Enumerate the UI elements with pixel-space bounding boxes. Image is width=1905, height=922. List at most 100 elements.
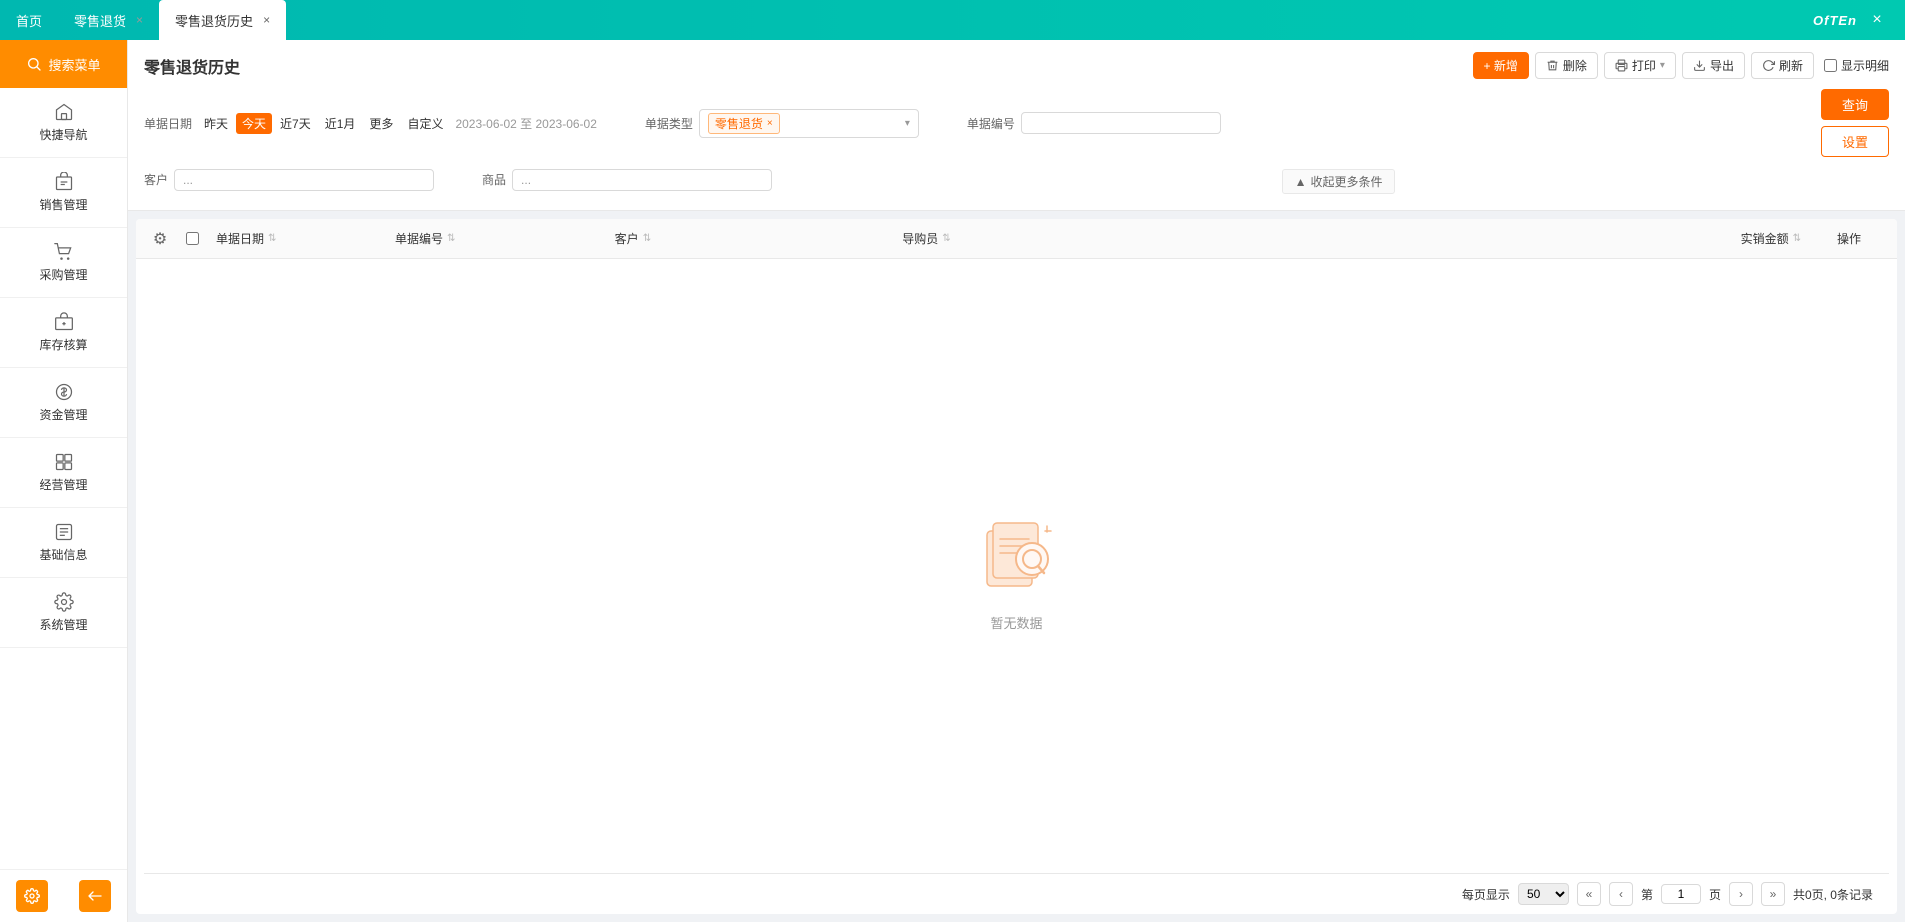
first-page-button[interactable]: « bbox=[1577, 882, 1601, 906]
prev-page-button[interactable]: ‹ bbox=[1609, 882, 1633, 906]
page-title-row: 零售退货历史 + 新增 删除 bbox=[144, 52, 1889, 79]
page-input[interactable] bbox=[1661, 884, 1701, 904]
date-btn-1month[interactable]: 近1月 bbox=[319, 113, 362, 134]
print-button[interactable]: 打印 ▾ bbox=[1604, 52, 1676, 79]
per-page-select[interactable]: 50 10 20 100 bbox=[1518, 883, 1569, 905]
goods-ellipsis: ... bbox=[521, 173, 531, 187]
tab-retail-return-close[interactable]: × bbox=[136, 13, 143, 27]
delete-button[interactable]: 删除 bbox=[1535, 52, 1598, 79]
sidebar-bottom bbox=[0, 869, 127, 922]
show-details-row: 显示明细 bbox=[1824, 57, 1889, 74]
sidebar-item-inventory-label: 库存核算 bbox=[39, 336, 87, 353]
type-dropdown-arrow: ▾ bbox=[905, 118, 910, 129]
main-layout: 搜索菜单 快捷导航 销售管理 bbox=[0, 40, 1905, 922]
search-menu-button[interactable]: 搜索菜单 bbox=[0, 40, 127, 88]
sidebar-settings-button[interactable] bbox=[16, 880, 48, 912]
num-filter: 单据编号 bbox=[967, 112, 1221, 134]
collapse-button[interactable]: ▲ 收起更多条件 bbox=[1282, 169, 1396, 194]
th-num-sort: ⇅ bbox=[447, 233, 455, 244]
show-details-label: 显示明细 bbox=[1841, 57, 1889, 74]
page-unit: 页 bbox=[1709, 886, 1721, 903]
sidebar-item-quick-nav[interactable]: 快捷导航 bbox=[0, 88, 127, 158]
num-input[interactable] bbox=[1021, 112, 1221, 134]
date-btn-today[interactable]: 今天 bbox=[236, 113, 272, 134]
page-title: 零售退货历史 bbox=[144, 54, 240, 78]
collapse-icon: ▲ bbox=[1295, 175, 1307, 189]
toolbar-group: + 新增 删除 bbox=[1473, 52, 1814, 79]
customer-select[interactable]: ... bbox=[174, 169, 434, 191]
sidebar-item-purchase[interactable]: 采购管理 bbox=[0, 228, 127, 298]
date-btn-yesterday[interactable]: 昨天 bbox=[198, 113, 234, 134]
table-select-all[interactable] bbox=[176, 232, 208, 245]
tab-retail-return-label: 零售退货 bbox=[74, 11, 126, 30]
th-date-sort: ⇅ bbox=[268, 233, 276, 244]
brand-text: OfTEn bbox=[1813, 13, 1857, 28]
th-amount[interactable]: 实销金额 ⇅ bbox=[1657, 230, 1809, 247]
date-btn-7days[interactable]: 近7天 bbox=[274, 113, 317, 134]
system-icon bbox=[54, 592, 74, 612]
sidebar-collapse-button[interactable] bbox=[79, 880, 111, 912]
collapse-label: 收起更多条件 bbox=[1310, 173, 1382, 190]
tab-retail-return-history-label: 零售退货历史 bbox=[175, 11, 253, 30]
last-page-button[interactable]: » bbox=[1761, 882, 1785, 906]
set-button[interactable]: 设置 bbox=[1821, 126, 1889, 157]
close-window-button[interactable]: × bbox=[1865, 8, 1889, 32]
th-date[interactable]: 单据日期 ⇅ bbox=[208, 230, 387, 247]
th-num-label: 单据编号 bbox=[395, 230, 443, 247]
th-customer[interactable]: 客户 ⇅ bbox=[607, 230, 895, 247]
th-op-label: 操作 bbox=[1837, 230, 1861, 247]
tab-retail-return[interactable]: 零售退货 × bbox=[58, 0, 159, 40]
sidebar-item-finance-label: 资金管理 bbox=[39, 406, 87, 423]
sidebar-item-basic-info[interactable]: 基础信息 bbox=[0, 508, 127, 578]
sidebar-item-sales[interactable]: 销售管理 bbox=[0, 158, 127, 228]
total-label: 共0页, 0条记录 bbox=[1793, 886, 1873, 903]
empty-state: 暂无数据 bbox=[967, 501, 1067, 632]
sidebar-item-system-label: 系统管理 bbox=[39, 616, 87, 633]
type-tag-close[interactable]: × bbox=[767, 118, 773, 129]
type-select[interactable]: 零售退货 × ▾ bbox=[699, 109, 919, 138]
pagination-bar: 每页显示 50 10 20 100 « ‹ 第 页 › » 共0页, 0条记录 bbox=[144, 873, 1889, 914]
page-header: 零售退货历史 + 新增 删除 bbox=[128, 40, 1905, 211]
refresh-button[interactable]: 刷新 bbox=[1751, 52, 1814, 79]
th-date-label: 单据日期 bbox=[216, 230, 264, 247]
select-all-checkbox[interactable] bbox=[186, 232, 199, 245]
delete-icon bbox=[1546, 59, 1559, 72]
export-button[interactable]: 导出 bbox=[1682, 52, 1745, 79]
next-page-button[interactable]: › bbox=[1729, 882, 1753, 906]
sidebar-item-sales-label: 销售管理 bbox=[39, 196, 87, 213]
sidebar-item-operation[interactable]: 经营管理 bbox=[0, 438, 127, 508]
top-bar: 首页 零售退货 × 零售退货历史 × OfTEn × bbox=[0, 0, 1905, 40]
date-btn-custom[interactable]: 自定义 bbox=[401, 113, 449, 134]
search-menu-label: 搜索菜单 bbox=[48, 55, 100, 74]
sidebar-item-basic-info-label: 基础信息 bbox=[39, 546, 87, 563]
delete-label: 删除 bbox=[1563, 57, 1587, 74]
th-num[interactable]: 单据编号 ⇅ bbox=[387, 230, 607, 247]
table-body: 暂无数据 bbox=[136, 259, 1897, 873]
date-range: 2023-06-02 至 2023-06-02 bbox=[455, 115, 596, 132]
goods-select[interactable]: ... bbox=[512, 169, 772, 191]
show-details-checkbox[interactable] bbox=[1824, 59, 1837, 72]
tab-home[interactable]: 首页 bbox=[0, 0, 58, 40]
type-label: 单据类型 bbox=[645, 115, 693, 132]
sidebar-item-inventory[interactable]: 库存核算 bbox=[0, 298, 127, 368]
export-icon bbox=[1693, 59, 1706, 72]
refresh-icon bbox=[1762, 59, 1775, 72]
content-area: 零售退货历史 + 新增 删除 bbox=[128, 40, 1905, 922]
tab-retail-return-history-close[interactable]: × bbox=[263, 13, 270, 27]
query-button[interactable]: 查询 bbox=[1821, 89, 1889, 120]
customer-ellipsis: ... bbox=[183, 173, 193, 187]
sidebar-item-system[interactable]: 系统管理 bbox=[0, 578, 127, 648]
th-op: 操作 bbox=[1809, 230, 1889, 247]
th-guide[interactable]: 导购员 ⇅ bbox=[894, 230, 1114, 247]
type-tag-value: 零售退货 bbox=[715, 115, 763, 132]
new-button[interactable]: + 新增 bbox=[1473, 52, 1529, 79]
basic-info-icon bbox=[54, 522, 74, 542]
tab-retail-return-history[interactable]: 零售退货历史 × bbox=[159, 0, 286, 40]
filter-row-1: 单据日期 昨天 今天 近7天 近1月 更多 自定义 2023-06-02 至 2… bbox=[144, 89, 1889, 157]
table-settings-icon[interactable]: ⚙ bbox=[144, 229, 176, 249]
th-amount-label: 实销金额 bbox=[1741, 230, 1789, 247]
empty-text: 暂无数据 bbox=[990, 613, 1042, 632]
th-amount-sort: ⇅ bbox=[1793, 233, 1801, 244]
date-btn-more[interactable]: 更多 bbox=[363, 113, 399, 134]
sidebar-item-finance[interactable]: 资金管理 bbox=[0, 368, 127, 438]
